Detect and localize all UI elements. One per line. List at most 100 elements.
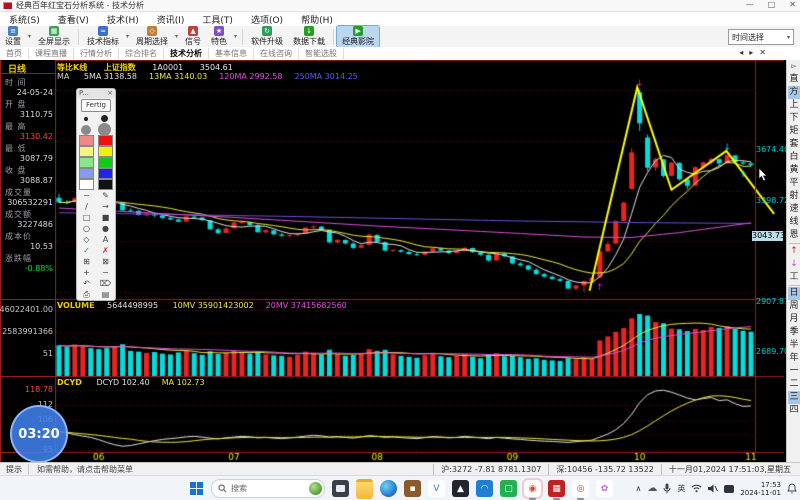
color-swatch[interactable] <box>79 157 94 168</box>
color-swatch[interactable] <box>79 168 94 179</box>
color-swatch[interactable] <box>79 135 94 146</box>
palette-close-icon[interactable]: × <box>107 89 113 98</box>
color-swatch[interactable] <box>79 179 94 190</box>
pen-size-dot[interactable] <box>83 116 88 121</box>
tab-课程直播[interactable]: 课程直播 <box>29 48 74 59</box>
palette-tool-−[interactable]: − <box>99 268 113 278</box>
close-button[interactable]: ✕ <box>789 0 796 9</box>
drawing-tool-矩[interactable]: 矩 <box>788 125 800 138</box>
palette-tool-⊞[interactable]: ⊞ <box>80 257 94 267</box>
period-半[interactable]: 半 <box>788 339 800 352</box>
drawing-tool-方[interactable]: 方 <box>787 86 800 99</box>
file-explorer-icon[interactable] <box>356 478 373 499</box>
color-swatch[interactable] <box>98 157 113 168</box>
tray-cloud-icon[interactable]: ☁ <box>647 483 657 494</box>
taskbar-search[interactable]: 搜索 <box>211 479 325 498</box>
start-button[interactable] <box>190 481 204 496</box>
toolbar-button-信号[interactable]: ▲ 信号 <box>180 26 206 47</box>
tab-首页[interactable]: 首页 <box>0 48 29 59</box>
palette-tool-⊠[interactable]: ⊠ <box>99 257 113 267</box>
kline-chart-canvas[interactable] <box>55 60 785 462</box>
chevron-down-icon[interactable]: ▾ <box>234 33 237 40</box>
period-季[interactable]: 季 <box>788 326 800 339</box>
tray-language-indicator[interactable]: 英 <box>677 483 685 494</box>
edge-browser-icon[interactable] <box>380 480 397 497</box>
tab-行情分析[interactable]: 行情分析 <box>74 48 119 59</box>
palette-tool-○[interactable]: ○ <box>80 224 94 234</box>
drawing-tool-平[interactable]: 平 <box>788 177 800 190</box>
tray-pen-icon[interactable] <box>724 484 735 493</box>
palette-tool-⎙[interactable]: ⎙ <box>80 290 94 300</box>
action-tool[interactable]: ↓ <box>788 258 800 271</box>
drawing-tool-恩[interactable]: 恩 <box>788 229 800 242</box>
pen-size-dot[interactable] <box>80 124 91 135</box>
palette-done-button[interactable]: Fertig <box>81 99 111 112</box>
tab-智能选股[interactable]: 智能选股 <box>299 48 344 59</box>
drawing-tool-直[interactable]: 直 <box>788 73 800 86</box>
tab-综合排名[interactable]: 综合排名 <box>119 48 164 59</box>
menu-item[interactable]: 技术(H) <box>98 13 148 26</box>
tray-mic-icon[interactable] <box>663 483 671 494</box>
menu-item[interactable]: 帮助(H) <box>292 13 342 26</box>
period-二[interactable]: 二 <box>788 378 800 391</box>
maximize-button[interactable]: □ <box>768 0 776 9</box>
toolbar-button-数据下载[interactable]: ↓ 数据下载 <box>288 26 330 47</box>
palette-tool-□[interactable]: □ <box>80 213 94 223</box>
palette-tool-●[interactable]: ● <box>99 224 113 234</box>
toolbar-button-全屏显示[interactable]: ▦ 全屏显示 <box>33 26 75 47</box>
tab-在线咨询[interactable]: 在线咨询 <box>254 48 299 59</box>
stock-app[interactable]: ▦ <box>548 480 565 500</box>
period-日[interactable]: 日 <box>787 287 800 300</box>
bag-app[interactable]: ▢ <box>500 480 517 497</box>
tab-scroll-right-icon[interactable]: ▸ <box>749 48 753 57</box>
palette-tool-A[interactable]: A <box>99 235 113 245</box>
recorder-app[interactable]: ◉ <box>522 478 543 500</box>
pointer-tool-icon[interactable]: ▻ <box>788 60 800 73</box>
toolbar-button-经典影院[interactable]: ▶ 经典影院 <box>336 25 381 48</box>
toolbar-button-技术指标[interactable]: ≈ 技术指标 <box>82 26 124 47</box>
palette-tool-~[interactable]: ~ <box>80 191 94 201</box>
action-tool[interactable]: ↑ <box>788 245 800 258</box>
tray-chevron-up-icon[interactable]: ∧ <box>635 484 641 493</box>
pen-size-dot[interactable] <box>101 115 109 122</box>
period-周[interactable]: 周 <box>788 300 800 313</box>
drawing-tool-线[interactable]: 线 <box>788 216 800 229</box>
menu-item[interactable]: 查看(V) <box>49 13 98 26</box>
palette-tool-■[interactable]: ■ <box>99 213 113 223</box>
color-swatch[interactable] <box>98 179 113 190</box>
briefcase-app[interactable]: ▪ <box>404 480 421 497</box>
toolbar-button-软件升级[interactable]: ↻ 软件升级 <box>246 26 288 47</box>
period-三[interactable]: 三 <box>787 391 800 404</box>
menu-item[interactable]: 系统(S) <box>0 13 49 26</box>
tab-技术分析[interactable]: 技术分析 <box>164 48 209 59</box>
palette-tool-→[interactable]: → <box>99 202 113 212</box>
color-swatch[interactable] <box>98 168 113 179</box>
palette-tool-▤[interactable]: ▤ <box>99 290 113 300</box>
tray-clock[interactable]: 17:53 2024-11-01 <box>740 481 781 497</box>
mountain-app[interactable]: ▲ <box>452 480 469 497</box>
v-app[interactable]: V <box>428 480 445 497</box>
menu-item[interactable]: 选项(O) <box>242 13 292 26</box>
chevron-down-icon[interactable]: ▾ <box>126 33 129 40</box>
notification-bell-icon[interactable] <box>787 483 797 494</box>
period-四[interactable]: 四 <box>788 404 800 417</box>
palette-tool-+[interactable]: + <box>80 268 94 278</box>
drawing-tool-速[interactable]: 速 <box>788 203 800 216</box>
drawing-tool-射[interactable]: 射 <box>788 190 800 203</box>
palette-tool-↶[interactable]: ↶ <box>80 279 94 289</box>
drawing-tool-下[interactable]: 下 <box>788 112 800 125</box>
time-select-dropdown[interactable]: 时间选择 ▾ <box>728 29 794 45</box>
toolbar-button-设置[interactable]: ≡ 设置 <box>0 26 26 47</box>
toolbar-button-特色[interactable]: ★ 特色 <box>206 26 232 47</box>
tab-close-icon[interactable]: ✕ <box>759 48 766 57</box>
paint-app[interactable]: ✿ <box>596 480 613 497</box>
tab-基本信息[interactable]: 基本信息 <box>209 48 254 59</box>
palette-tool-∕[interactable]: ∕ <box>80 202 94 212</box>
action-tool[interactable]: 工 <box>788 271 800 284</box>
chevron-down-icon[interactable]: ▾ <box>28 33 31 40</box>
annotation-palette[interactable]: P... × Fertig ~ ✎ ∕ → □ ■ ○ ● ◇ A ✓ ✗ ⊞ ⊠ + − ↶ ⌦ ⎙ ▤ <box>76 88 116 301</box>
palette-tool-✓[interactable]: ✓ <box>80 246 94 256</box>
minimize-button[interactable]: — <box>746 0 754 9</box>
period-月[interactable]: 月 <box>788 313 800 326</box>
menu-item[interactable]: 资讯(I) <box>148 13 194 26</box>
